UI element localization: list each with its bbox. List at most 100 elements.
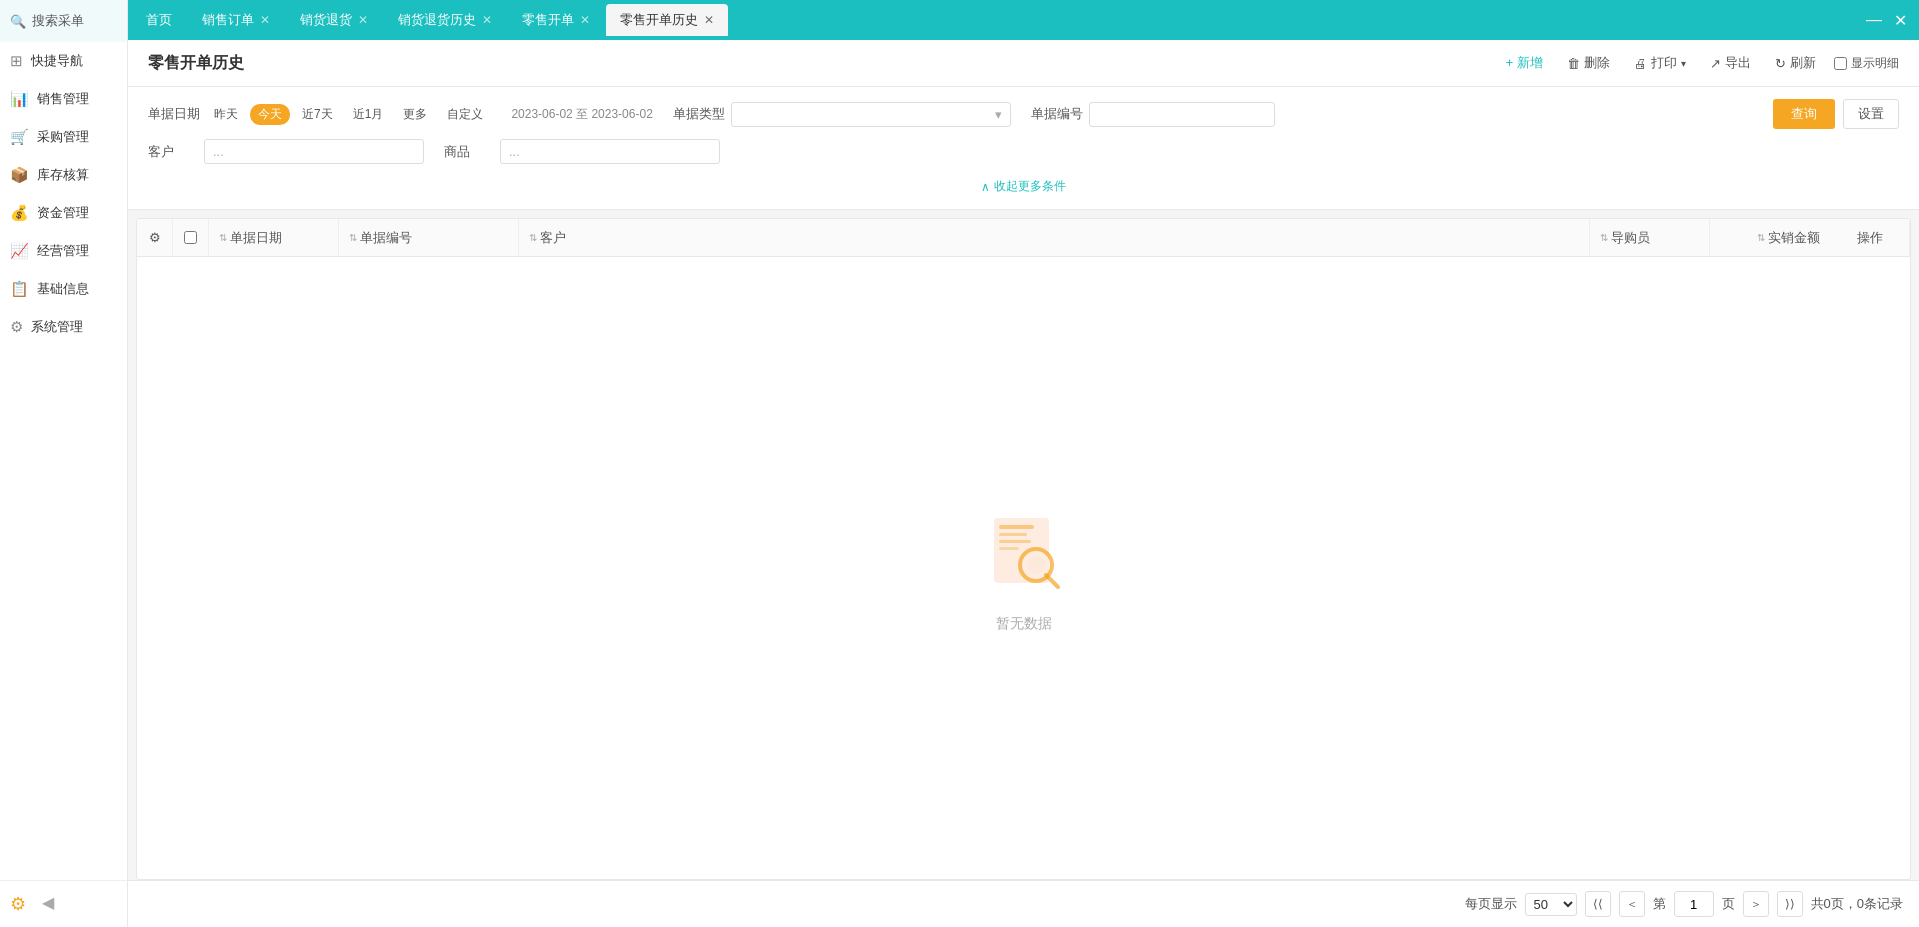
th-num[interactable]: ⇅ 单据编号 [339, 219, 519, 256]
per-page-select[interactable]: 20 50 100 200 [1525, 893, 1577, 916]
th-amount[interactable]: ⇅ 实销金额 [1710, 219, 1830, 256]
th-date[interactable]: ⇅ 单据日期 [209, 219, 339, 256]
display-detail-input[interactable] [1834, 57, 1847, 70]
query-button[interactable]: 查询 [1773, 99, 1835, 129]
sort-icon-num: ⇅ [349, 232, 357, 243]
th-guide-label: 导购员 [1611, 229, 1650, 247]
svg-rect-4 [999, 547, 1019, 550]
chevron-up-icon: ∧ [981, 180, 990, 194]
display-detail-checkbox[interactable]: 显示明细 [1834, 55, 1899, 72]
sidebar-item-operations[interactable]: 📈 经营管理 [0, 232, 127, 270]
sidebar-search-label: 搜索采单 [32, 12, 84, 30]
page-title: 零售开单历史 [148, 53, 244, 74]
goods-input[interactable]: ... [500, 139, 720, 164]
tab-retail-open-history[interactable]: 零售开单历史 ✕ [606, 4, 728, 36]
collapse-button[interactable]: ∧ 收起更多条件 [981, 178, 1066, 195]
add-button[interactable]: + 新增 [1500, 50, 1549, 76]
th-customer[interactable]: ⇅ 客户 [519, 219, 1590, 256]
sort-icon-guide: ⇅ [1600, 232, 1608, 243]
close-btn[interactable]: ✕ [1894, 11, 1907, 30]
doc-num-filter-item: 单据编号 [1031, 102, 1275, 127]
prev-page-btn[interactable]: ＜ [1619, 891, 1645, 917]
date-btn-more[interactable]: 更多 [395, 104, 435, 125]
sort-icon-amount: ⇅ [1757, 232, 1765, 243]
tab-sales-return-history-label: 销货退货历史 [398, 11, 476, 29]
page-label: 第 [1653, 895, 1666, 913]
date-shortcuts: 昨天 今天 近7天 近1月 更多 自定义 [206, 104, 491, 125]
settings-bottom-icon[interactable]: ⚙ [10, 893, 26, 915]
tab-bar: 首页 销售订单 ✕ 销货退货 ✕ 销货退货历史 ✕ 零售开单 ✕ 零售开单历史 … [128, 0, 1919, 40]
page-number-input[interactable]: 1 [1674, 891, 1714, 917]
tab-retail-open-close[interactable]: ✕ [580, 13, 590, 27]
sidebar-bottom: ⚙ ◀ [0, 880, 127, 927]
table-area: ⚙ ⇅ 单据日期 ⇅ 单据编号 ⇅ 客户 ⇅ [136, 218, 1911, 880]
sidebar-item-sys-mgmt[interactable]: ⚙ 系统管理 [0, 308, 127, 346]
tab-retail-open[interactable]: 零售开单 ✕ [508, 4, 604, 36]
date-btn-yesterday[interactable]: 昨天 [206, 104, 246, 125]
filter-panel: 单据日期 昨天 今天 近7天 近1月 更多 自定义 2023-06-02 至 2… [128, 87, 1919, 210]
th-check[interactable] [173, 219, 209, 256]
tab-sales-return[interactable]: 销货退货 ✕ [286, 4, 382, 36]
collapse-label: 收起更多条件 [994, 178, 1066, 195]
sidebar-item-quick-nav[interactable]: ⊞ 快捷导航 [0, 42, 127, 80]
th-date-label: 单据日期 [230, 229, 282, 247]
doc-num-input[interactable] [1089, 102, 1275, 127]
sidebar-item-purchase-mgmt[interactable]: 🛒 采购管理 [0, 118, 127, 156]
tab-sales-return-close[interactable]: ✕ [358, 13, 368, 27]
svg-rect-3 [999, 540, 1031, 543]
basic-info-icon: 📋 [10, 280, 29, 298]
tab-sales-return-history[interactable]: 销货退货历史 ✕ [384, 4, 506, 36]
first-page-btn[interactable]: ⟨⟨ [1585, 891, 1611, 917]
date-filter-item: 单据日期 昨天 今天 近7天 近1月 更多 自定义 [148, 104, 491, 125]
sidebar-search[interactable]: 🔍 搜索采单 [0, 0, 127, 42]
sidebar-item-finance[interactable]: 💰 资金管理 [0, 194, 127, 232]
print-icon: 🖨 [1634, 56, 1647, 71]
doc-type-select[interactable]: ▾ [731, 102, 1011, 127]
sidebar-item-sales-mgmt[interactable]: 📊 销售管理 [0, 80, 127, 118]
export-label: 导出 [1725, 54, 1751, 72]
tab-sales-return-history-close[interactable]: ✕ [482, 13, 492, 27]
delete-label: 删除 [1584, 54, 1610, 72]
purchase-mgmt-icon: 🛒 [10, 128, 29, 146]
tab-home[interactable]: 首页 [132, 4, 186, 36]
sidebar-item-label: 资金管理 [37, 204, 89, 222]
date-btn-1month[interactable]: 近1月 [345, 104, 392, 125]
sidebar-item-basic-info[interactable]: 📋 基础信息 [0, 270, 127, 308]
collapse-sidebar-icon[interactable]: ◀ [42, 893, 54, 915]
date-btn-custom[interactable]: 自定义 [439, 104, 491, 125]
th-action-label: 操作 [1857, 229, 1883, 247]
tab-sales-order-close[interactable]: ✕ [260, 13, 270, 27]
tab-sales-order[interactable]: 销售订单 ✕ [188, 4, 284, 36]
date-btn-today[interactable]: 今天 [250, 104, 290, 125]
export-button[interactable]: ↗ 导出 [1704, 50, 1757, 76]
th-customer-label: 客户 [540, 229, 566, 247]
add-label: + 新增 [1506, 54, 1543, 72]
tab-retail-open-history-close[interactable]: ✕ [704, 13, 714, 27]
th-guide[interactable]: ⇅ 导购员 [1590, 219, 1710, 256]
pagination-bar: 每页显示 20 50 100 200 ⟨⟨ ＜ 第 1 页 ＞ ⟩⟩ 共0页，0… [128, 880, 1919, 927]
goods-placeholder: ... [509, 144, 520, 159]
tab-sales-order-label: 销售订单 [202, 11, 254, 29]
refresh-button[interactable]: ↻ 刷新 [1769, 50, 1822, 76]
print-button[interactable]: 🖨 打印 ▾ [1628, 50, 1692, 76]
toolbar: + 新增 🗑 删除 🖨 打印 ▾ ↗ 导出 ↻ 刷新 [1500, 50, 1899, 76]
delete-button[interactable]: 🗑 删除 [1561, 50, 1616, 76]
date-btn-7days[interactable]: 近7天 [294, 104, 341, 125]
sidebar-item-inventory[interactable]: 📦 库存核算 [0, 156, 127, 194]
settings-button[interactable]: 设置 [1843, 99, 1899, 129]
next-page-btn[interactable]: ＞ [1743, 891, 1769, 917]
th-settings[interactable]: ⚙ [137, 219, 173, 256]
goods-filter-item: 商品 ... [444, 139, 720, 164]
select-all-checkbox[interactable] [184, 231, 197, 244]
svg-rect-2 [999, 533, 1027, 536]
filter-row-1: 单据日期 昨天 今天 近7天 近1月 更多 自定义 2023-06-02 至 2… [148, 99, 1899, 129]
sidebar-item-label: 采购管理 [37, 128, 89, 146]
th-num-label: 单据编号 [360, 229, 412, 247]
delete-icon: 🗑 [1567, 56, 1580, 71]
print-label: 打印 [1651, 54, 1677, 72]
last-page-btn[interactable]: ⟩⟩ [1777, 891, 1803, 917]
customer-input[interactable]: ... [204, 139, 424, 164]
minimize-btn[interactable]: — [1866, 11, 1882, 29]
page-unit-label: 页 [1722, 895, 1735, 913]
total-info: 共0页，0条记录 [1811, 895, 1903, 913]
